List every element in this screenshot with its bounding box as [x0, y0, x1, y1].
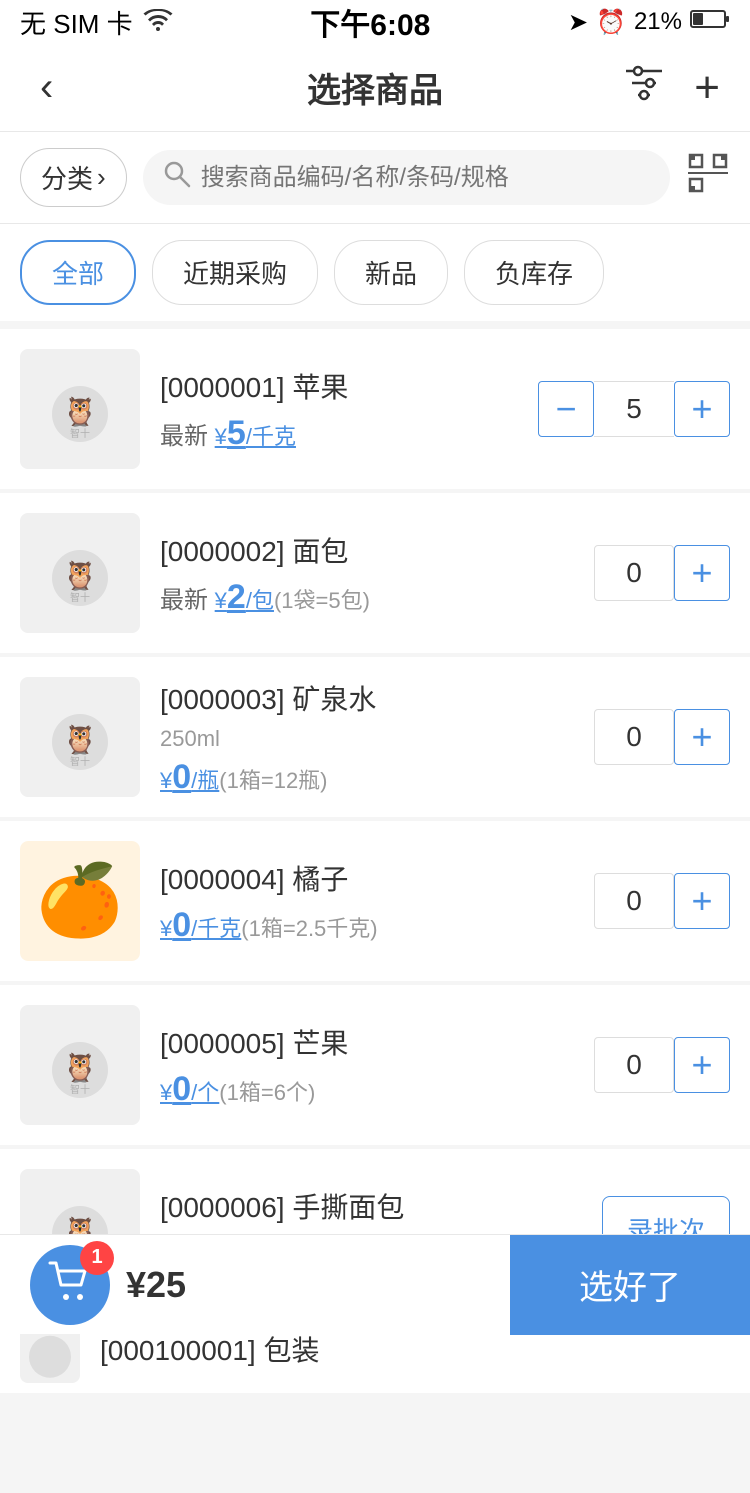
quantity-plus-button[interactable]: +: [674, 381, 730, 437]
tab-negative[interactable]: 负库存: [464, 240, 604, 305]
filter-icon[interactable]: [624, 65, 664, 110]
search-input[interactable]: [201, 164, 650, 192]
product-info: [0000004] 橘子 ¥0/千克(1箱=2.5千克): [160, 858, 574, 945]
quantity-control: +: [594, 1037, 730, 1093]
alarm-icon: ⏰: [596, 8, 626, 37]
cart-total: ¥25: [126, 1264, 186, 1306]
svg-text:智十: 智十: [70, 427, 90, 440]
svg-text:🦉: 🦉: [63, 1052, 98, 1084]
quantity-input[interactable]: [594, 545, 674, 601]
quantity-plus-button[interactable]: +: [674, 1037, 730, 1093]
product-info: [0000002] 面包 最新 ¥2/包(1袋=5包): [160, 530, 574, 617]
product-name: [0000003] 矿泉水: [160, 678, 574, 718]
product-name: [0000004] 橘子: [160, 858, 574, 898]
product-item: 🦉智十 [0000005] 芒果 ¥0/个(1箱=6个) +: [0, 985, 750, 1145]
confirm-button[interactable]: 选好了: [510, 1235, 750, 1335]
product-info: [0000005] 芒果 ¥0/个(1箱=6个): [160, 1022, 574, 1109]
cart-button[interactable]: 1: [30, 1245, 110, 1325]
status-left: 无 SIM 卡: [20, 4, 173, 41]
sim-status: 无 SIM 卡: [20, 4, 133, 41]
product-price: 最新 ¥2/包(1袋=5包): [160, 578, 574, 617]
chevron-right-icon: ›: [97, 162, 106, 193]
tab-recent[interactable]: 近期采购: [152, 240, 318, 305]
search-bar: 分类 ›: [0, 132, 750, 224]
svg-text:智十: 智十: [70, 1083, 90, 1096]
product-name: [0000006] 手撕面包: [160, 1186, 582, 1226]
cart-area: 1 ¥25: [0, 1245, 510, 1325]
scan-icon[interactable]: [686, 151, 730, 204]
svg-text:🦉: 🦉: [63, 724, 98, 756]
status-time: 下午6:08: [310, 0, 430, 44]
svg-text:智十: 智十: [70, 755, 90, 768]
product-price: ¥0/千克(1箱=2.5千克): [160, 906, 574, 945]
product-info: [0000003] 矿泉水 250ml ¥0/瓶(1箱=12瓶): [160, 678, 574, 797]
add-button[interactable]: +: [694, 63, 720, 113]
quantity-input[interactable]: [594, 381, 674, 437]
product-item: 🦉智十 [0000002] 面包 最新 ¥2/包(1袋=5包) +: [0, 493, 750, 653]
product-price: 最新 ¥5/千克: [160, 414, 518, 453]
product-image: 🍊: [20, 841, 140, 961]
back-button[interactable]: ‹: [30, 55, 63, 120]
search-input-wrap: [143, 150, 670, 205]
footer: 1 ¥25 选好了: [0, 1234, 750, 1334]
product-info: [0000001] 苹果 最新 ¥5/千克: [160, 366, 518, 453]
quantity-input[interactable]: [594, 873, 674, 929]
quantity-minus-button[interactable]: −: [538, 381, 594, 437]
quantity-plus-button[interactable]: +: [674, 709, 730, 765]
product-price: ¥0/个(1箱=6个): [160, 1070, 574, 1109]
tab-new[interactable]: 新品: [334, 240, 448, 305]
status-bar: 无 SIM 卡 下午6:08 ➤ ⏰ 21%: [0, 0, 750, 44]
tabs-bar: 全部 近期采购 新品 负库存: [0, 224, 750, 329]
product-name: [0000005] 芒果: [160, 1022, 574, 1062]
quantity-control: +: [594, 873, 730, 929]
product-spec: 250ml: [160, 726, 574, 752]
svg-text:智十: 智十: [70, 591, 90, 604]
category-button[interactable]: 分类 ›: [20, 148, 127, 207]
location-icon: ➤: [568, 8, 588, 37]
search-icon: [163, 160, 191, 195]
battery-level: 21%: [634, 8, 682, 36]
product-item: 🦉 智十 [0000001] 苹果 最新 ¥5/千克 − +: [0, 329, 750, 489]
quantity-plus-button[interactable]: +: [674, 873, 730, 929]
page-title: 选择商品: [307, 63, 443, 112]
product-item: 🍊 [0000004] 橘子 ¥0/千克(1箱=2.5千克) +: [0, 821, 750, 981]
product-info: [000100001] 包装: [100, 1329, 730, 1377]
quantity-control: +: [594, 709, 730, 765]
quantity-input[interactable]: [594, 709, 674, 765]
svg-text:🦉: 🦉: [63, 396, 98, 428]
product-image: 🦉智十: [20, 677, 140, 797]
product-item: 🦉智十 [0000003] 矿泉水 250ml ¥0/瓶(1箱=12瓶) +: [0, 657, 750, 817]
nav-actions: +: [624, 63, 720, 113]
product-name: [0000001] 苹果: [160, 366, 518, 406]
product-image: 🦉智十: [20, 513, 140, 633]
wifi-icon: [143, 7, 173, 38]
quantity-control: +: [594, 545, 730, 601]
quantity-plus-button[interactable]: +: [674, 545, 730, 601]
battery-icon: [690, 8, 730, 37]
svg-text:🦉: 🦉: [63, 560, 98, 592]
product-name: [000100001] 包装: [100, 1329, 730, 1369]
product-image: 🦉 智十: [20, 349, 140, 469]
status-right: ➤ ⏰ 21%: [568, 8, 730, 37]
nav-bar: ‹ 选择商品 +: [0, 44, 750, 132]
product-name: [0000002] 面包: [160, 530, 574, 570]
quantity-control: − +: [538, 381, 730, 437]
cart-badge: 1: [80, 1241, 114, 1275]
tab-all[interactable]: 全部: [20, 240, 136, 305]
product-image: 🦉智十: [20, 1005, 140, 1125]
quantity-input[interactable]: [594, 1037, 674, 1093]
product-price: ¥0/瓶(1箱=12瓶): [160, 758, 574, 797]
